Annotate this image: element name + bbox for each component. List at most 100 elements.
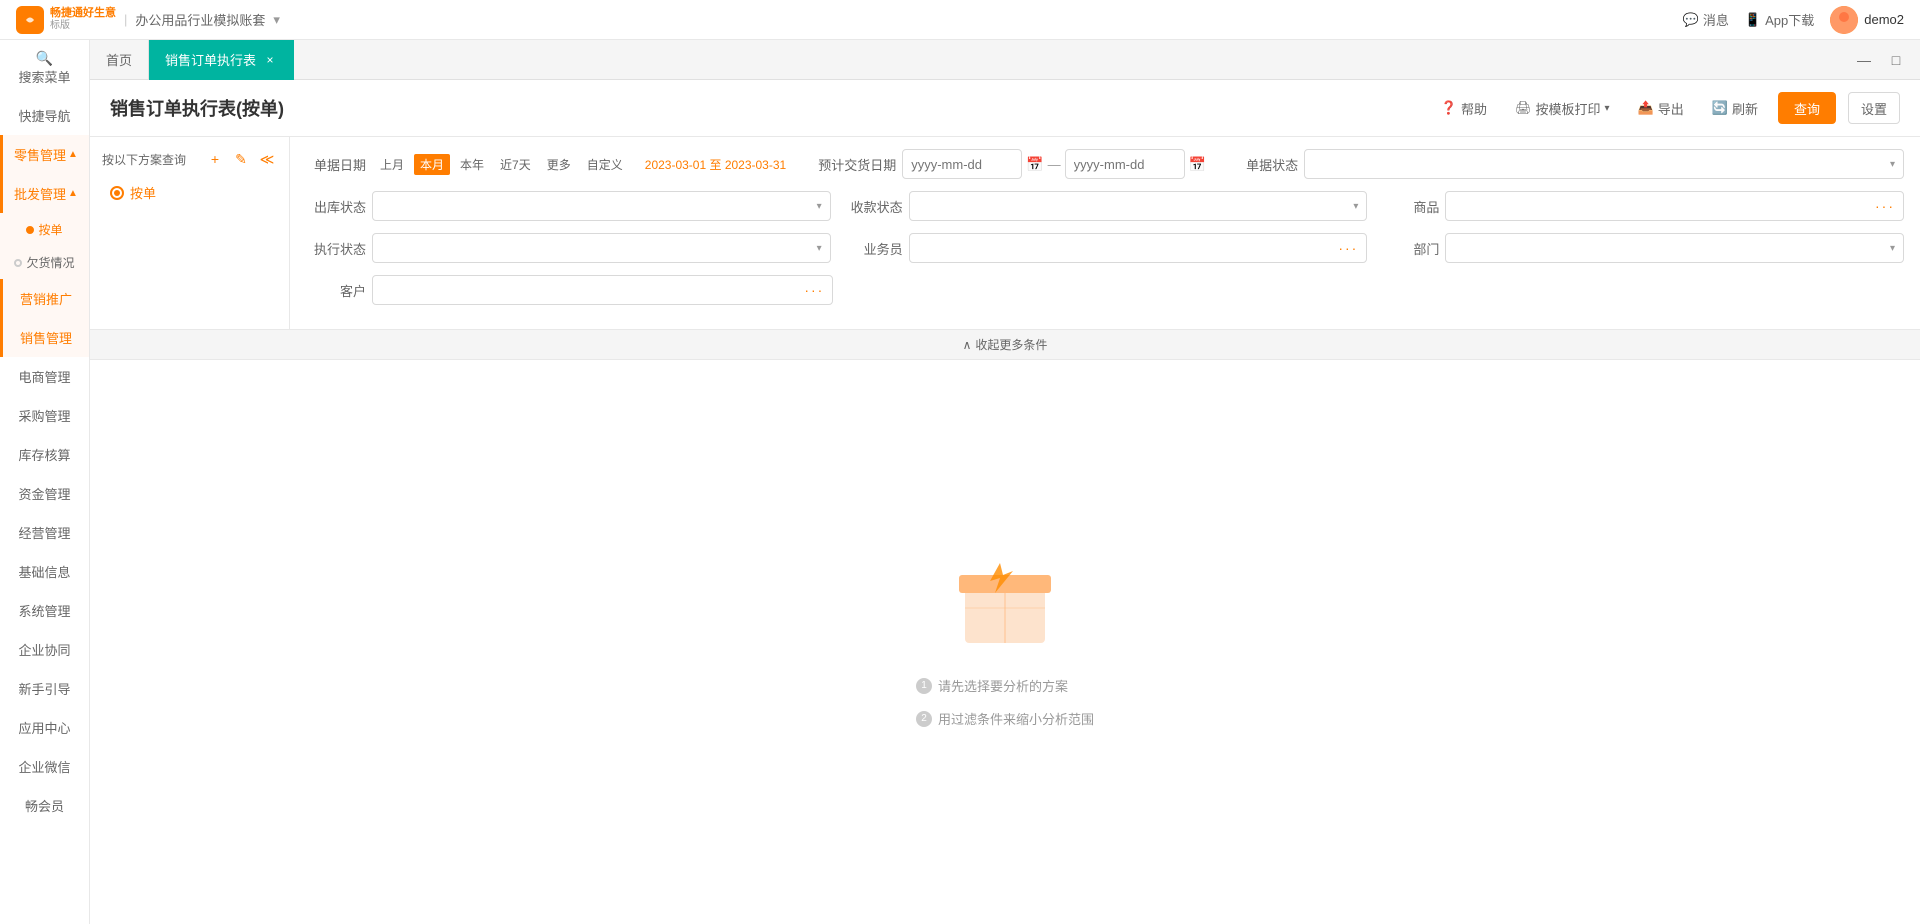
user-area[interactable]: demo2 [1830,6,1904,34]
export-icon: 📤 [1638,100,1654,116]
sidebar-item-system[interactable]: 系统管理 [0,591,89,630]
top-bar: 畅捷通好生意 标版 | 办公用品行业模拟账套 ▾ 💬 消息 📱 App下载 de [0,0,1920,40]
collapse-left-button[interactable]: ≪ [257,149,277,169]
system-label: 系统管理 [18,604,70,619]
sidebar-item-operations[interactable]: 经营管理 [0,513,89,552]
order-label: 按单 [38,221,62,238]
tab-home[interactable]: 首页 [90,40,149,80]
step-num-1: 1 [916,678,932,694]
empty-steps: 1 请先选择要分析的方案 2 用过滤条件来缩小分析范围 [916,673,1094,731]
tab-bar-actions: — □ [1852,48,1920,72]
sales-label: 销售管理 [20,331,72,346]
sidebar-item-retail[interactable]: 零售管理 ▲ [0,135,89,174]
marketing-label: 营销推广 [20,292,72,307]
retail-arrow: ▲ [68,149,78,160]
sidebar-item-finance[interactable]: 资金管理 [0,474,89,513]
message-button[interactable]: 💬 消息 [1683,10,1729,29]
expected-date-from[interactable] [902,149,1022,179]
delivery-arrow: ▾ [817,201,822,212]
print-button[interactable]: 🖨 按模板打印 ▾ [1507,95,1618,122]
exec-status-group: 执行状态 ▾ [306,233,831,263]
basic-label: 基础信息 [18,565,70,580]
salesperson-label: 业务员 [843,239,903,258]
date-tab-last-month[interactable]: 上月 [374,154,410,175]
sidebar-item-quicknav[interactable]: 快捷导航 [0,96,89,135]
dept-select[interactable]: ▾ [1445,233,1904,263]
sidebar-item-member[interactable]: 畅会员 [0,786,89,825]
plan-label: 按单 [130,183,156,202]
date-tab-custom[interactable]: 自定义 [581,154,629,175]
payment-status-label: 收款状态 [843,197,903,216]
appcenter-label: 应用中心 [18,721,70,736]
filter-right-panel: 单据日期 上月 本月 本年 近7天 更多 自定义 2023-03-01 至 20… [290,137,1920,329]
salesperson-group: 业务员 ··· [843,233,1368,263]
sidebar-item-basic[interactable]: 基础信息 [0,552,89,591]
empty-step-1: 1 请先选择要分析的方案 [916,673,1094,698]
sidebar-item-purchase[interactable]: 采购管理 [0,396,89,435]
page-header: 销售订单执行表(按单) ❓ 帮助 🖨 按模板打印 ▾ 📤 导出 🔄 刷新 [90,80,1920,137]
arrears-dot [14,259,22,267]
help-button[interactable]: ❓ 帮助 [1433,95,1495,122]
wholesale-label: 批发管理 [14,184,66,203]
finance-label: 资金管理 [18,487,70,502]
collapse-bar[interactable]: ∧ 收起更多条件 [90,329,1920,359]
app-label: App下载 [1765,10,1814,29]
doc-status-select[interactable]: ▾ [1304,149,1904,179]
add-plan-button[interactable]: + [205,149,225,169]
sidebar-item-newbie[interactable]: 新手引导 [0,669,89,708]
settings-button[interactable]: 设置 [1848,92,1900,124]
sidebar-submenu-item-arrears[interactable]: 欠货情况 [0,246,89,279]
sidebar-submenu-item-order[interactable]: 按单 [0,213,89,246]
logo-text: 畅捷通好生意 [50,7,116,20]
sidebar-item-inventory[interactable]: 库存核算 [0,435,89,474]
date-tab-7days[interactable]: 近7天 [494,154,537,175]
exec-status-label: 执行状态 [306,239,366,258]
logo-subtitle: 标版 [50,20,116,32]
user-name: demo2 [1864,12,1904,27]
sidebar-item-search-label: 搜索菜单 [4,67,85,86]
salesperson-input[interactable]: ··· [909,233,1368,263]
retail-label: 零售管理 [14,145,66,164]
export-button[interactable]: 📤 导出 [1630,95,1692,122]
date-tab-this-year[interactable]: 本年 [454,154,490,175]
delivery-status-select[interactable]: ▾ [372,191,831,221]
print-label: 按模板打印 [1536,99,1601,118]
top-bar-right: 💬 消息 📱 App下载 demo2 [1683,6,1904,34]
query-button[interactable]: 查询 [1778,92,1836,124]
edit-plan-button[interactable]: ✎ [231,149,251,169]
tab-close-button[interactable]: × [262,52,278,68]
avatar [1830,6,1858,34]
doc-status-label: 单据状态 [1238,155,1298,174]
customer-input[interactable]: ··· [372,275,833,305]
arrears-label: 欠货情况 [26,254,74,271]
sidebar-item-enterprise[interactable]: 企业协同 [0,630,89,669]
tab-maximize-button[interactable]: □ [1884,48,1908,72]
sidebar: 🔍 搜索菜单 快捷导航 零售管理 ▲ 批发管理 ▲ 按单 欠货情 [0,40,90,924]
refresh-button[interactable]: 🔄 刷新 [1704,95,1766,122]
product-input[interactable]: ··· [1445,191,1904,221]
calendar-to-icon[interactable]: 📅 [1189,156,1206,173]
app-icon: 📱 [1745,12,1761,28]
sidebar-item-sales[interactable]: 销售管理 [0,318,89,357]
payment-arrow: ▾ [1353,201,1358,212]
tab-minimize-button[interactable]: — [1852,48,1876,72]
sidebar-item-wechat[interactable]: 企业微信 [0,747,89,786]
inventory-label: 库存核算 [18,448,70,463]
delivery-status-group: 出库状态 ▾ [306,191,831,221]
tab-active[interactable]: 销售订单执行表 × [149,40,294,80]
date-tab-this-month[interactable]: 本月 [414,154,450,175]
date-tab-more[interactable]: 更多 [541,154,577,175]
expected-date-to[interactable] [1065,149,1185,179]
sidebar-item-search[interactable]: 🔍 搜索菜单 [0,40,89,96]
payment-status-select[interactable]: ▾ [909,191,1368,221]
sidebar-item-wholesale[interactable]: 批发管理 ▲ [0,174,89,213]
sidebar-item-marketing[interactable]: 营销推广 [0,279,89,318]
empty-svg [945,553,1065,653]
app-download-button[interactable]: 📱 App下载 [1745,10,1814,29]
sidebar-item-ecommerce[interactable]: 电商管理 [0,357,89,396]
exec-status-select[interactable]: ▾ [372,233,831,263]
plan-item-order[interactable]: 按单 [102,177,277,208]
calendar-from-icon[interactable]: 📅 [1026,156,1043,173]
breadcrumb-icon[interactable]: ▾ [273,12,280,28]
sidebar-item-appcenter[interactable]: 应用中心 [0,708,89,747]
